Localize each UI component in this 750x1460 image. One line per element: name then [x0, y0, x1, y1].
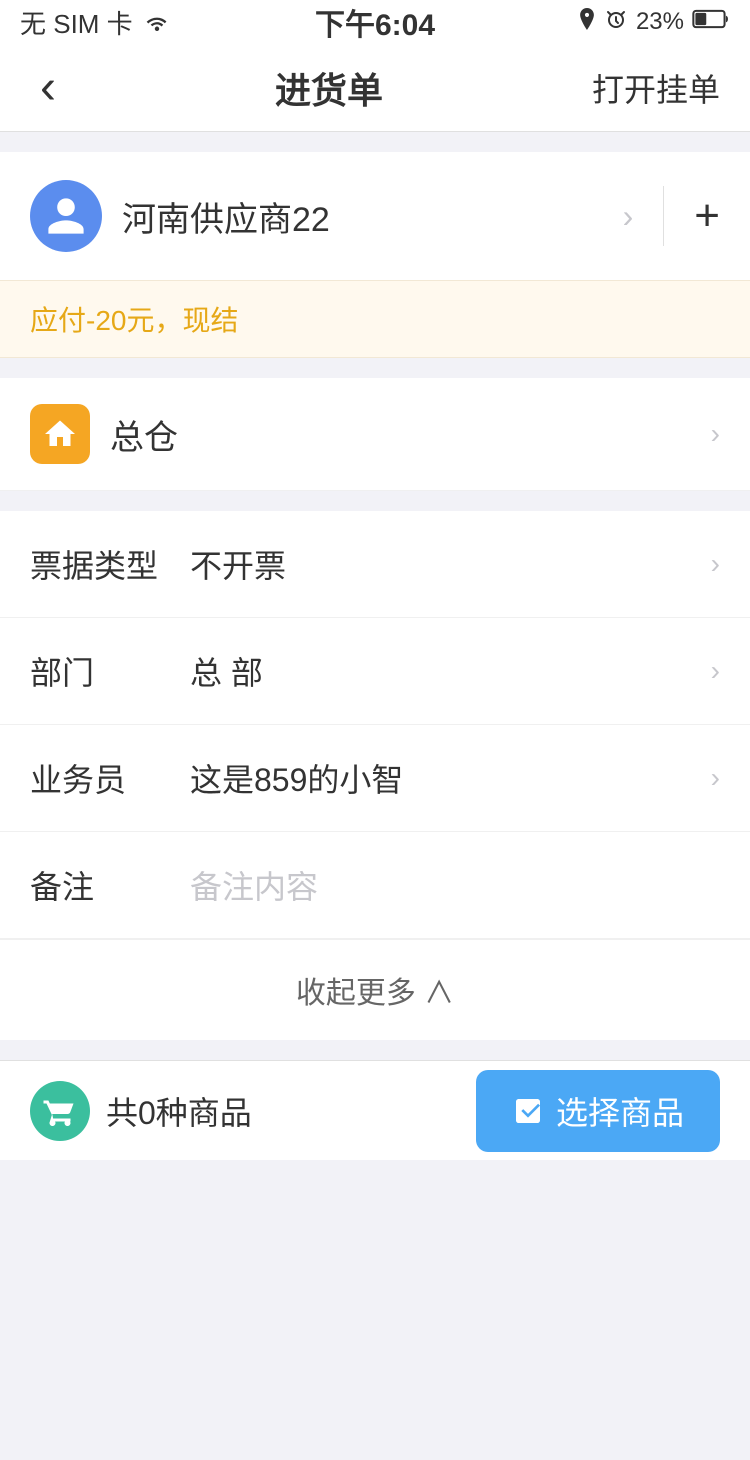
open-pending-button[interactable]: 打开挂单: [592, 65, 720, 111]
alarm-icon: [604, 7, 628, 38]
carrier-text: 无 SIM 卡: [20, 4, 133, 41]
select-product-button[interactable]: 选择商品: [476, 1070, 720, 1152]
select-product-label: 选择商品: [556, 1088, 684, 1134]
notice-bar: 应付-20元，现结: [0, 280, 750, 358]
department-row[interactable]: 部门 总 部 ›: [0, 618, 750, 725]
product-count-icon: [30, 1081, 90, 1141]
section-gap-2: [0, 358, 750, 378]
section-gap-3: [0, 491, 750, 511]
department-arrow-icon: ›: [711, 655, 720, 687]
salesperson-arrow-icon: ›: [711, 762, 720, 794]
select-product-icon: [512, 1095, 544, 1127]
wifi-icon: [143, 7, 171, 38]
invoice-type-value: 不开票: [190, 541, 711, 587]
status-time: 下午6:04: [315, 0, 435, 44]
status-right: 23%: [578, 7, 730, 38]
salesperson-label: 业务员: [30, 755, 190, 801]
back-button[interactable]: ‹: [30, 50, 66, 125]
section-gap-1: [0, 132, 750, 152]
warehouse-arrow-icon: ›: [711, 418, 720, 450]
remark-label: 备注: [30, 862, 190, 908]
collapse-button[interactable]: 收起更多 ∧: [0, 939, 750, 1040]
status-left: 无 SIM 卡: [20, 4, 171, 41]
remark-value[interactable]: 备注内容: [190, 862, 720, 908]
invoice-type-arrow-icon: ›: [711, 548, 720, 580]
warehouse-name: 总仓: [110, 410, 711, 459]
battery-icon: [692, 8, 730, 36]
product-count-text: 共0种商品: [106, 1088, 252, 1134]
warehouse-row[interactable]: 总仓 ›: [0, 378, 750, 491]
location-icon: [578, 8, 596, 37]
supplier-arrow-icon: ›: [623, 198, 634, 235]
department-value: 总 部: [190, 648, 711, 694]
supplier-avatar: [30, 180, 102, 252]
battery-text: 23%: [636, 8, 684, 36]
nav-bar: ‹ 进货单 打开挂单: [0, 44, 750, 132]
remark-row[interactable]: 备注 备注内容: [0, 832, 750, 939]
notice-text: 应付-20元，现结: [30, 305, 238, 336]
salesperson-row[interactable]: 业务员 这是859的小智 ›: [0, 725, 750, 832]
add-supplier-button[interactable]: +: [694, 191, 720, 241]
bottom-bar: 共0种商品 选择商品: [0, 1060, 750, 1160]
invoice-type-row[interactable]: 票据类型 不开票 ›: [0, 511, 750, 618]
supplier-row[interactable]: 河南供应商22 › +: [0, 152, 750, 280]
department-label: 部门: [30, 648, 190, 694]
product-count-area: 共0种商品: [30, 1081, 252, 1141]
supplier-name: 河南供应商22: [122, 192, 623, 241]
form-section: 票据类型 不开票 › 部门 总 部 › 业务员 这是859的小智 › 备注 备注…: [0, 511, 750, 1040]
warehouse-icon: [30, 404, 90, 464]
salesperson-value: 这是859的小智: [190, 755, 711, 801]
status-bar: 无 SIM 卡 下午6:04 23%: [0, 0, 750, 44]
vertical-divider: [663, 186, 664, 246]
page-title: 进货单: [275, 62, 383, 114]
page-bottom-fill: [0, 1160, 750, 1460]
section-gap-4: [0, 1040, 750, 1060]
invoice-type-label: 票据类型: [30, 541, 190, 587]
